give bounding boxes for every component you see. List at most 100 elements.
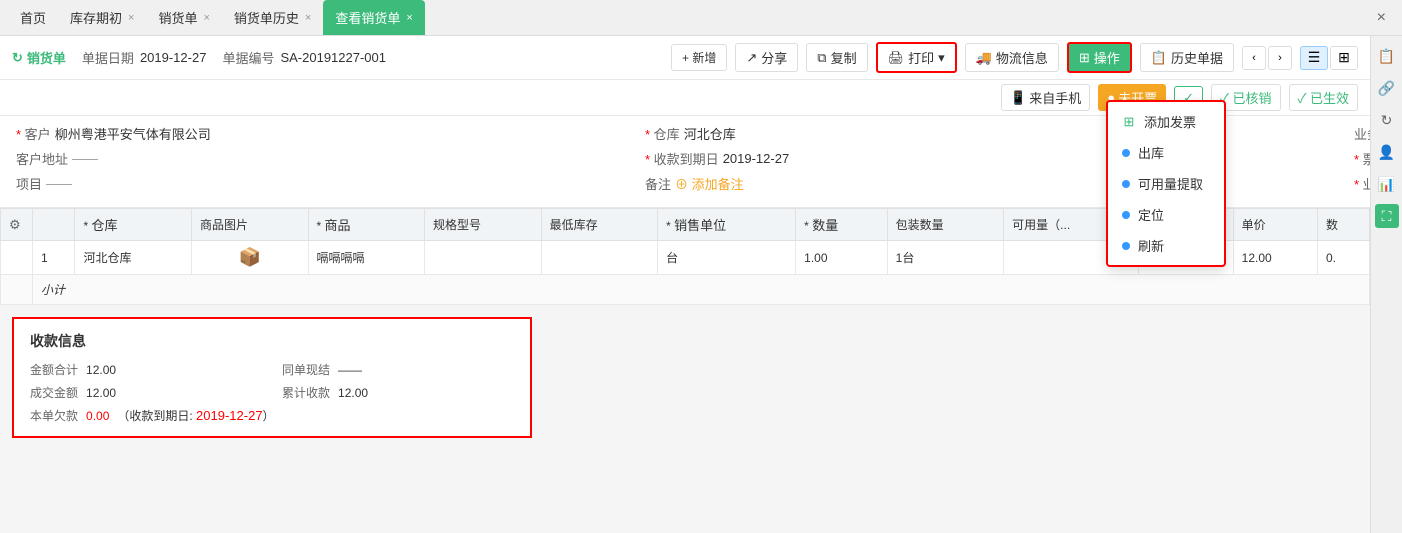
project-cell: 项目 —— xyxy=(16,174,645,193)
transaction-amount-value: 12.00 xyxy=(86,386,116,400)
row-quantity: 1.00 xyxy=(796,241,887,275)
doc-title-area: ↻ 销货单 单据日期 2019-12-27 单据编号 SA-20191227-0… xyxy=(12,48,386,67)
warehouse-value: 河北仓库 xyxy=(684,124,736,143)
refresh-item[interactable]: 刷新 xyxy=(1108,230,1224,261)
operations-button[interactable]: ⊞ 操作 xyxy=(1067,42,1132,73)
sidebar-link-button[interactable]: 🔗 xyxy=(1375,76,1399,100)
due-date-value: 2019-12-27 xyxy=(723,151,790,166)
right-sidebar: 📋 🔗 ↻ 👤 📊 ⛶ xyxy=(1370,36,1402,533)
settings-col-header: ⚙ xyxy=(1,209,33,241)
add-invoice-item[interactable]: ⊞ 添加发票 xyxy=(1108,106,1224,137)
phone-icon: 📱 xyxy=(1010,90,1026,106)
add-note-button[interactable]: ⊕ 添加备注 xyxy=(675,174,744,193)
min-stock-col-header: 最低库存 xyxy=(541,209,658,241)
prev-button[interactable]: ‹ xyxy=(1242,46,1266,70)
spec-col-header: 规格型号 xyxy=(425,209,542,241)
doc-type-icon: ↻ 销货单 xyxy=(12,48,66,67)
from-phone-button[interactable]: 📱 来自手机 xyxy=(1001,84,1090,111)
status-effective-button[interactable]: ✓ 已生效 xyxy=(1289,84,1359,111)
tab-sales-order[interactable]: 销货单 × xyxy=(146,0,221,35)
arrears-value: 0.00 xyxy=(86,409,109,423)
tab-bar: 首页 库存期初 × 销货单 × 销货单历史 × 查看销货单 × × xyxy=(0,0,1402,36)
tab-home[interactable]: 首页 xyxy=(8,0,58,35)
bottom-area: 收款信息 金额合计 12.00 同单现结 —— 成交金额 12.00 xyxy=(0,305,1370,446)
accumulated-payment-label: 累计收款 xyxy=(282,384,330,401)
same-order-settlement-label: 同单现结 xyxy=(282,361,330,378)
row-warehouse: 河北仓库 xyxy=(75,241,192,275)
accumulated-payment-value: 12.00 xyxy=(338,386,368,400)
accumulated-payment-row: 累计收款 12.00 xyxy=(282,384,514,401)
due-date-label: 收款到期日 xyxy=(645,149,719,168)
total-amount-value: 12.00 xyxy=(86,363,116,377)
list-view-button[interactable]: ☰ xyxy=(1300,46,1328,70)
new-button[interactable]: + 新增 xyxy=(671,44,727,71)
close-sales-order-tab[interactable]: × xyxy=(203,12,209,24)
close-window-button[interactable]: × xyxy=(1369,9,1394,27)
project-value: —— xyxy=(46,176,72,191)
doc-date-field: 单据日期 2019-12-27 xyxy=(82,48,207,67)
transaction-amount-label: 成交金额 xyxy=(30,384,78,401)
logistics-icon: 🚚 xyxy=(976,50,992,66)
payment-title: 收款信息 xyxy=(30,331,514,351)
arrears-note: （收款到期日: 2019-12-27） xyxy=(117,407,274,424)
blue-dot-icon-3 xyxy=(1122,211,1130,219)
row-amount: 0. xyxy=(1317,241,1369,275)
address-cell: 客户地址 —— xyxy=(16,149,645,168)
close-inventory-init-tab[interactable]: × xyxy=(128,12,134,24)
address-label: 客户地址 xyxy=(16,149,68,168)
share-icon: ↗ xyxy=(746,50,757,66)
total-amount-row: 金额合计 12.00 xyxy=(30,361,262,378)
add-icon: ⊕ xyxy=(675,177,688,192)
row-sales-unit: 台 xyxy=(658,241,796,275)
history-button[interactable]: 📋 历史单据 xyxy=(1140,43,1234,72)
pack-qty-col-header: 包装数量 xyxy=(887,209,1004,241)
same-order-settlement-row: 同单现结 —— xyxy=(282,361,514,378)
blue-dot-icon xyxy=(1122,149,1130,157)
subtotal-label: 小计 xyxy=(33,275,1370,305)
close-sales-history-tab[interactable]: × xyxy=(305,12,311,24)
operations-icon: ⊞ xyxy=(1079,50,1090,66)
arrears-date: 2019-12-27 xyxy=(196,408,263,423)
arrears-label: 本单欠款 xyxy=(30,407,78,424)
sidebar-user-button[interactable]: 👤 xyxy=(1375,140,1399,164)
toolbar: ↻ 销货单 单据日期 2019-12-27 单据编号 SA-20191227-0… xyxy=(0,36,1370,80)
amount-col-header: 数 xyxy=(1317,209,1369,241)
tab-view-sales[interactable]: 查看销货单 × xyxy=(323,0,424,35)
copy-button[interactable]: ⧉ 复制 xyxy=(806,43,867,72)
gear-icon[interactable]: ⚙ xyxy=(9,217,21,232)
nav-arrows: ‹ › xyxy=(1242,46,1292,70)
grid-view-button[interactable]: ⊞ xyxy=(1330,46,1358,70)
close-view-sales-tab[interactable]: × xyxy=(406,12,412,24)
logistics-button[interactable]: 🚚 物流信息 xyxy=(965,43,1059,72)
blue-dot-icon-2 xyxy=(1122,180,1130,188)
warehouse-col-header: * 仓库 xyxy=(75,209,192,241)
tab-inventory-init[interactable]: 库存期初 × xyxy=(58,0,146,35)
sidebar-notes-button[interactable]: 📋 xyxy=(1375,44,1399,68)
customer-value: 柳州粤港平安气体有限公司 xyxy=(55,124,211,143)
customer-label: 客户 xyxy=(16,124,51,143)
next-button[interactable]: › xyxy=(1268,46,1292,70)
unit-price-col-header: 单价 xyxy=(1233,209,1317,241)
total-amount-label: 金额合计 xyxy=(30,361,78,378)
warehouse-label: 仓库 xyxy=(645,124,680,143)
customer-cell: 客户 柳州粤港平安气体有限公司 xyxy=(16,124,645,143)
print-button[interactable]: 🖨 打印 ▾ xyxy=(876,42,957,73)
print-dropdown-icon: ▾ xyxy=(938,50,945,66)
row-product-img: 📦 xyxy=(191,241,308,275)
sidebar-refresh-button[interactable]: ↻ xyxy=(1375,108,1399,132)
sidebar-chart-button[interactable]: 📊 xyxy=(1375,172,1399,196)
transaction-amount-row: 成交金额 12.00 xyxy=(30,384,262,401)
product-img-col-header: 商品图片 xyxy=(191,209,308,241)
payment-box: 收款信息 金额合计 12.00 同单现结 —— 成交金额 12.00 xyxy=(12,317,532,438)
locate-item[interactable]: 定位 xyxy=(1108,199,1224,230)
project-label: 项目 xyxy=(16,174,42,193)
quantity-fetch-item[interactable]: 可用量提取 xyxy=(1108,168,1224,199)
operations-dropdown: ⊞ 添加发票 出库 可用量提取 定位 刷新 xyxy=(1106,100,1226,267)
note-label: 备注 xyxy=(645,174,671,193)
tab-sales-history[interactable]: 销货单历史 × xyxy=(222,0,323,35)
outbound-item[interactable]: 出库 xyxy=(1108,137,1224,168)
arrears-row: 本单欠款 0.00 （收款到期日: 2019-12-27） xyxy=(30,407,514,424)
row-no: 1 xyxy=(33,241,75,275)
share-button[interactable]: ↗ 分享 xyxy=(735,43,798,72)
sidebar-expand-button[interactable]: ⛶ xyxy=(1375,204,1399,228)
